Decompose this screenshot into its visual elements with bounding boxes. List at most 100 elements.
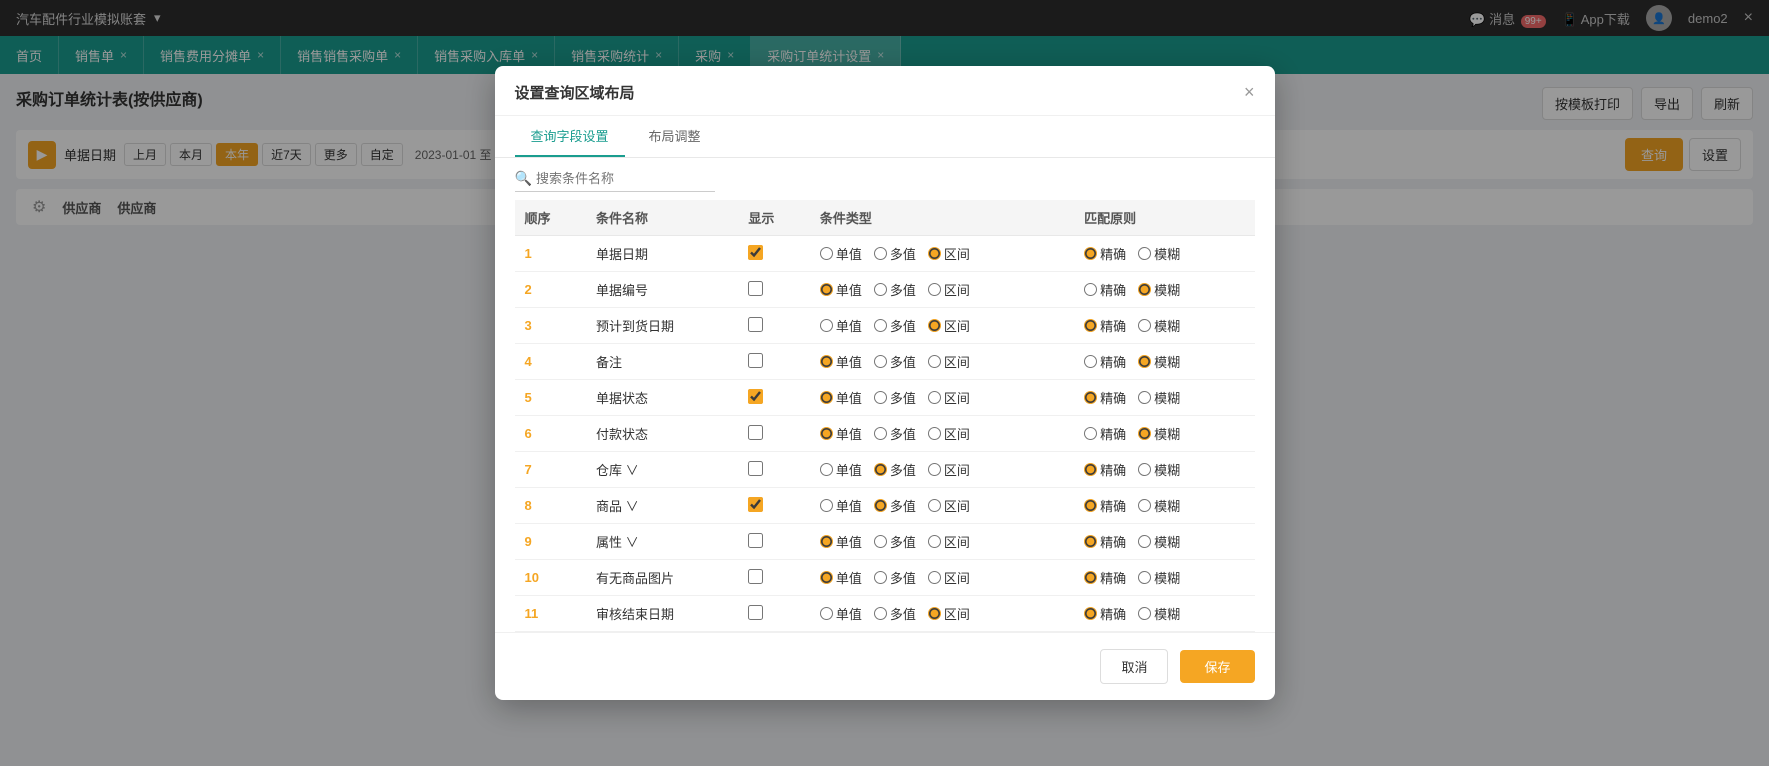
display-checkbox[interactable] xyxy=(748,569,763,584)
type-radio-range[interactable]: 区间 xyxy=(928,532,970,551)
match-radio-fuzzy[interactable]: 模糊 xyxy=(1138,280,1180,299)
table-row: 1单据日期单值多值区间精确模糊 xyxy=(515,236,1255,272)
type-radio-single[interactable]: 单值 xyxy=(820,496,862,515)
type-radio-range[interactable]: 区间 xyxy=(928,280,970,299)
type-radio-multi[interactable]: 多值 xyxy=(874,388,916,407)
type-radio-range[interactable]: 区间 xyxy=(928,388,970,407)
display-checkbox[interactable] xyxy=(748,461,763,476)
dialog-close-btn[interactable]: × xyxy=(1244,82,1255,103)
display-checkbox[interactable] xyxy=(748,245,763,260)
match-radio-fuzzy[interactable]: 模糊 xyxy=(1138,532,1180,551)
search-input[interactable] xyxy=(536,171,706,186)
type-radio-single[interactable]: 单值 xyxy=(820,316,862,335)
display-checkbox[interactable] xyxy=(748,281,763,296)
row-match: 精确模糊 xyxy=(1074,488,1254,524)
row-match: 精确模糊 xyxy=(1074,560,1254,596)
match-radio-fuzzy[interactable]: 模糊 xyxy=(1138,316,1180,335)
match-radio-exact[interactable]: 精确 xyxy=(1084,568,1126,587)
match-radio-exact[interactable]: 精确 xyxy=(1084,604,1126,623)
match-radio-exact[interactable]: 精确 xyxy=(1084,280,1126,299)
type-radio-single[interactable]: 单值 xyxy=(820,568,862,587)
dialog-search-area: 🔍 xyxy=(495,158,1275,200)
display-checkbox[interactable] xyxy=(748,317,763,332)
type-radio-range[interactable]: 区间 xyxy=(928,460,970,479)
type-radio-single[interactable]: 单值 xyxy=(820,460,862,479)
save-btn[interactable]: 保存 xyxy=(1180,650,1254,683)
row-display[interactable] xyxy=(738,560,810,596)
match-radio-fuzzy[interactable]: 模糊 xyxy=(1138,604,1180,623)
row-match: 精确模糊 xyxy=(1074,308,1254,344)
type-radio-multi[interactable]: 多值 xyxy=(874,604,916,623)
row-display[interactable] xyxy=(738,308,810,344)
match-radio-exact[interactable]: 精确 xyxy=(1084,532,1126,551)
table-row: 9属性 ∨单值多值区间精确模糊 xyxy=(515,524,1255,560)
row-display[interactable] xyxy=(738,272,810,308)
col-header-match: 匹配原则 xyxy=(1074,200,1254,236)
type-radio-single[interactable]: 单值 xyxy=(820,424,862,443)
type-radio-multi[interactable]: 多值 xyxy=(874,316,916,335)
type-radio-multi[interactable]: 多值 xyxy=(874,532,916,551)
row-type: 单值多值区间 xyxy=(810,596,1074,632)
cancel-btn[interactable]: 取消 xyxy=(1100,649,1168,684)
match-radio-exact[interactable]: 精确 xyxy=(1084,424,1126,443)
match-radio-exact[interactable]: 精确 xyxy=(1084,316,1126,335)
field-table: 顺序 条件名称 显示 条件类型 匹配原则 1单据日期单值多值区间精确模糊2单据编… xyxy=(515,200,1255,632)
row-type: 单值多值区间 xyxy=(810,380,1074,416)
search-box: 🔍 xyxy=(515,170,715,192)
type-radio-range[interactable]: 区间 xyxy=(928,352,970,371)
dialog-tab-layout[interactable]: 布局调整 xyxy=(633,116,717,157)
type-radio-range[interactable]: 区间 xyxy=(928,568,970,587)
type-radio-single[interactable]: 单值 xyxy=(820,280,862,299)
match-radio-exact[interactable]: 精确 xyxy=(1084,352,1126,371)
row-display[interactable] xyxy=(738,488,810,524)
row-display[interactable] xyxy=(738,344,810,380)
match-radio-fuzzy[interactable]: 模糊 xyxy=(1138,424,1180,443)
type-radio-range[interactable]: 区间 xyxy=(928,496,970,515)
match-radio-exact[interactable]: 精确 xyxy=(1084,244,1126,263)
type-radio-multi[interactable]: 多值 xyxy=(874,280,916,299)
row-match: 精确模糊 xyxy=(1074,380,1254,416)
match-radio-fuzzy[interactable]: 模糊 xyxy=(1138,352,1180,371)
type-radio-range[interactable]: 区间 xyxy=(928,244,970,263)
type-radio-multi[interactable]: 多值 xyxy=(874,496,916,515)
overlay: 设置查询区域布局 × 查询字段设置 布局调整 🔍 顺序 xyxy=(0,0,1769,766)
type-radio-range[interactable]: 区间 xyxy=(928,604,970,623)
display-checkbox[interactable] xyxy=(748,389,763,404)
type-radio-single[interactable]: 单值 xyxy=(820,244,862,263)
row-display[interactable] xyxy=(738,596,810,632)
type-radio-multi[interactable]: 多值 xyxy=(874,424,916,443)
row-display[interactable] xyxy=(738,452,810,488)
type-radio-single[interactable]: 单值 xyxy=(820,604,862,623)
type-radio-single[interactable]: 单值 xyxy=(820,352,862,371)
row-match: 精确模糊 xyxy=(1074,596,1254,632)
type-radio-range[interactable]: 区间 xyxy=(928,424,970,443)
display-checkbox[interactable] xyxy=(748,353,763,368)
type-radio-multi[interactable]: 多值 xyxy=(874,460,916,479)
row-display[interactable] xyxy=(738,416,810,452)
row-display[interactable] xyxy=(738,380,810,416)
type-radio-single[interactable]: 单值 xyxy=(820,532,862,551)
match-radio-exact[interactable]: 精确 xyxy=(1084,496,1126,515)
row-display[interactable] xyxy=(738,236,810,272)
match-radio-exact[interactable]: 精确 xyxy=(1084,460,1126,479)
match-radio-exact[interactable]: 精确 xyxy=(1084,388,1126,407)
row-name: 审核结束日期 xyxy=(586,596,738,632)
type-radio-single[interactable]: 单值 xyxy=(820,388,862,407)
match-radio-fuzzy[interactable]: 模糊 xyxy=(1138,496,1180,515)
display-checkbox[interactable] xyxy=(748,425,763,440)
display-checkbox[interactable] xyxy=(748,605,763,620)
type-radio-range[interactable]: 区间 xyxy=(928,316,970,335)
row-display[interactable] xyxy=(738,524,810,560)
dialog-tab-fields[interactable]: 查询字段设置 xyxy=(515,116,625,157)
match-radio-fuzzy[interactable]: 模糊 xyxy=(1138,460,1180,479)
match-radio-fuzzy[interactable]: 模糊 xyxy=(1138,244,1180,263)
display-checkbox[interactable] xyxy=(748,533,763,548)
type-radio-multi[interactable]: 多值 xyxy=(874,568,916,587)
table-row: 3预计到货日期单值多值区间精确模糊 xyxy=(515,308,1255,344)
type-radio-multi[interactable]: 多值 xyxy=(874,244,916,263)
col-header-display: 显示 xyxy=(738,200,810,236)
match-radio-fuzzy[interactable]: 模糊 xyxy=(1138,388,1180,407)
match-radio-fuzzy[interactable]: 模糊 xyxy=(1138,568,1180,587)
type-radio-multi[interactable]: 多值 xyxy=(874,352,916,371)
display-checkbox[interactable] xyxy=(748,497,763,512)
